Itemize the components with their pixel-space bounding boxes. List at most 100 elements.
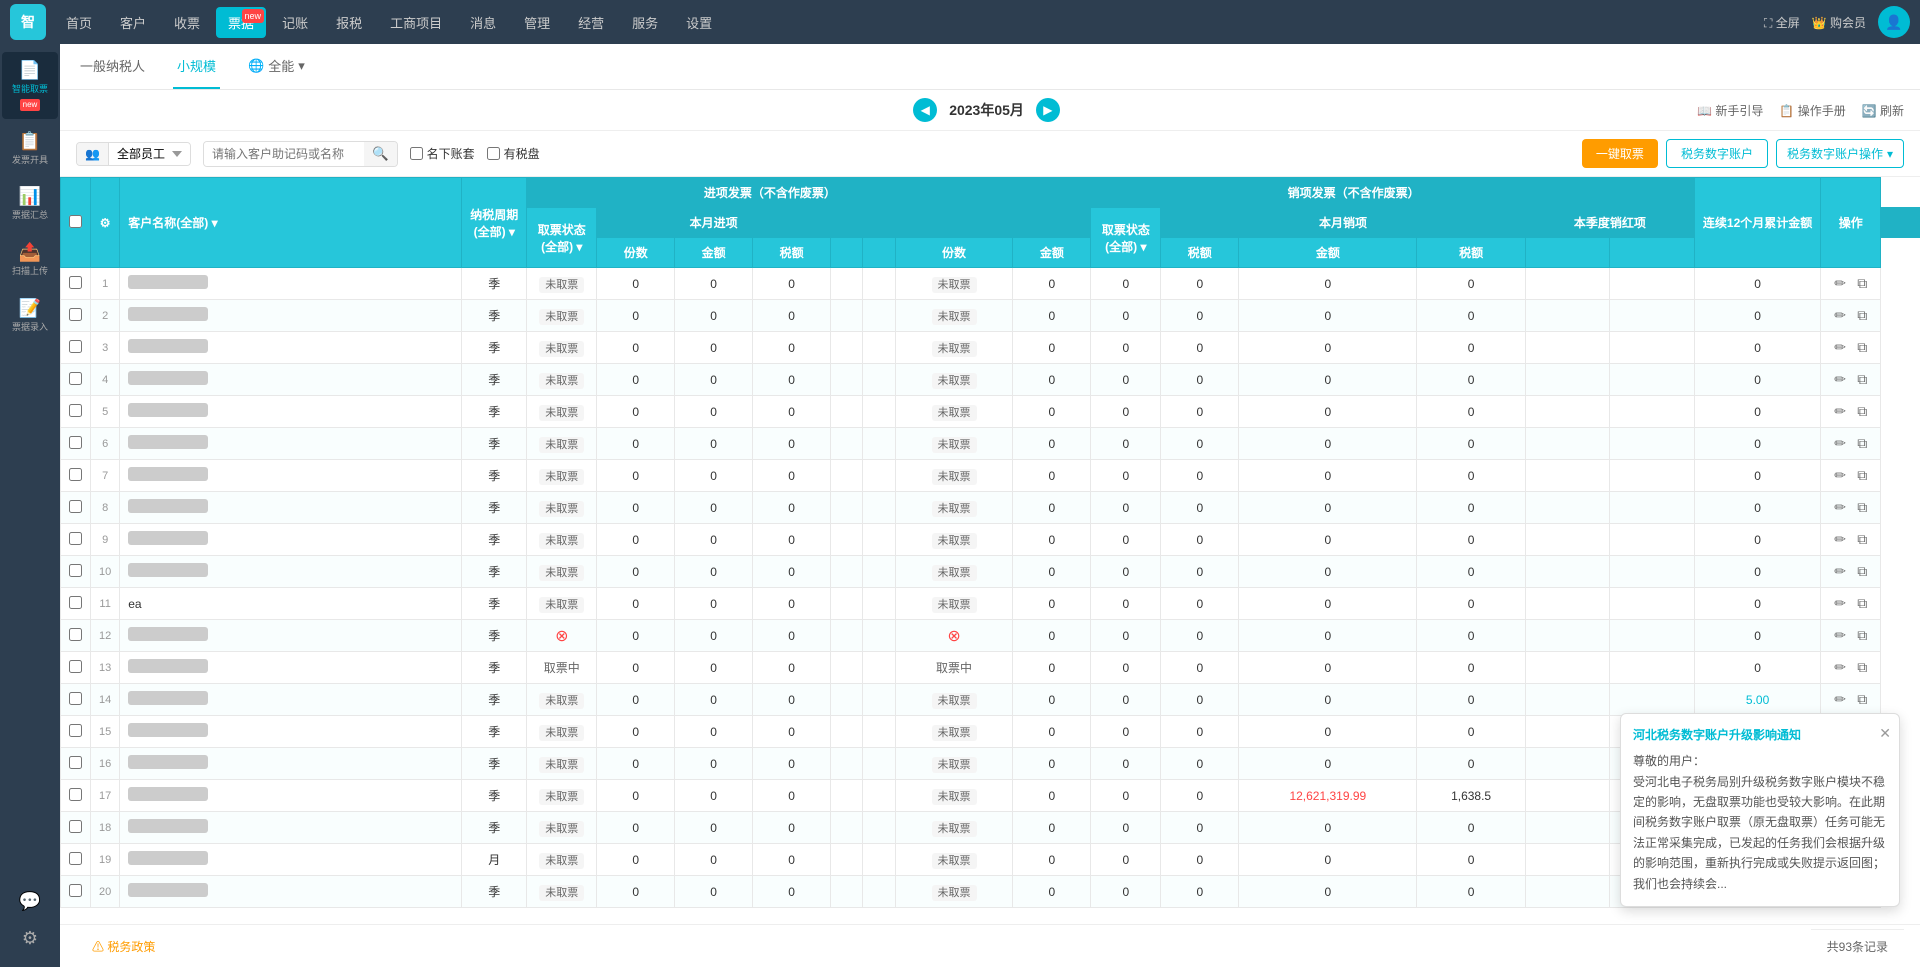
red-amount-link[interactable]: 12,621,319.99	[1289, 789, 1366, 803]
sidebar-item-smart-ticket[interactable]: 📄 智能取票 new	[2, 52, 58, 119]
edit-btn[interactable]: ✏	[1830, 593, 1850, 614]
period-next-btn[interactable]: ▶	[1036, 98, 1060, 122]
edit-btn[interactable]: ✏	[1830, 305, 1850, 326]
nav-bookkeeping[interactable]: 记账	[270, 7, 320, 38]
edit-btn[interactable]: ✏	[1830, 273, 1850, 294]
copy-btn[interactable]: ⧉	[1853, 305, 1871, 326]
sidebar-item-invoice[interactable]: 📋 发票开具	[2, 123, 58, 175]
edit-btn[interactable]: ✏	[1830, 561, 1850, 582]
sub-account-checkbox[interactable]	[410, 147, 423, 160]
member-btn[interactable]: 👑 购会员	[1812, 14, 1866, 31]
tab-all[interactable]: 🌐 全能 ▾	[244, 44, 309, 89]
copy-btn[interactable]: ⧉	[1853, 337, 1871, 358]
row-checkbox[interactable]	[69, 628, 82, 641]
row-checkbox[interactable]	[69, 468, 82, 481]
row-checkbox[interactable]	[69, 308, 82, 321]
copy-btn[interactable]: ⧉	[1853, 465, 1871, 486]
tax-period-header[interactable]: 纳税周期(全部) ▾	[462, 178, 527, 268]
nav-tax[interactable]: 报税	[324, 7, 374, 38]
check-tax-disk[interactable]: 有税盘	[487, 145, 540, 162]
period-prev-btn[interactable]: ◀	[913, 98, 937, 122]
search-button[interactable]: 🔍	[364, 142, 397, 166]
nav-ticket[interactable]: 票据 new	[216, 7, 266, 38]
edit-btn[interactable]: ✏	[1830, 529, 1850, 550]
tax-disk-checkbox[interactable]	[487, 147, 500, 160]
row-checkbox[interactable]	[69, 372, 82, 385]
row-checkbox[interactable]	[69, 692, 82, 705]
row-checkbox[interactable]	[69, 404, 82, 417]
fullscreen-btn[interactable]: ⛶ 全屏	[1764, 14, 1800, 31]
nav-operation[interactable]: 经营	[566, 7, 616, 38]
edit-btn[interactable]: ✏	[1830, 689, 1850, 710]
row-checkbox[interactable]	[69, 820, 82, 833]
acc-link[interactable]: 5.00	[1746, 693, 1769, 707]
copy-btn[interactable]: ⧉	[1853, 497, 1871, 518]
edit-btn[interactable]: ✏	[1830, 433, 1850, 454]
new-guide-btn[interactable]: 📖 新手引导	[1697, 102, 1763, 119]
edit-btn[interactable]: ✏	[1830, 625, 1850, 646]
refresh-btn[interactable]: 🔄 刷新	[1862, 102, 1904, 119]
row-checkbox[interactable]	[69, 564, 82, 577]
copy-btn[interactable]: ⧉	[1853, 689, 1871, 710]
row-checkbox[interactable]	[69, 756, 82, 769]
row-checkbox[interactable]	[69, 532, 82, 545]
avatar[interactable]: 👤	[1878, 6, 1910, 38]
edit-btn[interactable]: ✏	[1830, 465, 1850, 486]
row-checkbox[interactable]	[69, 852, 82, 865]
edit-btn[interactable]: ✏	[1830, 657, 1850, 678]
edit-btn[interactable]: ✏	[1830, 337, 1850, 358]
edit-btn[interactable]: ✏	[1830, 369, 1850, 390]
copy-btn[interactable]: ⧉	[1853, 401, 1871, 422]
sidebar-item-config[interactable]: ⚙	[2, 920, 58, 957]
nav-home[interactable]: 首页	[54, 7, 104, 38]
nav-message[interactable]: 消息	[458, 7, 508, 38]
sidebar-item-chat[interactable]: 💬	[2, 883, 58, 920]
sidebar-item-scan[interactable]: 📤 扫描上传	[2, 234, 58, 286]
row-checkbox[interactable]	[69, 276, 82, 289]
tax-digital-account-ops-btn[interactable]: 税务数字账户操作 ▾	[1776, 139, 1904, 168]
row-checkbox[interactable]	[69, 884, 82, 897]
row-checkbox[interactable]	[69, 724, 82, 737]
nav-receive[interactable]: 收票	[162, 7, 212, 38]
row-checkbox[interactable]	[69, 340, 82, 353]
row-checkbox[interactable]	[69, 596, 82, 609]
employee-select[interactable]: 全部员工	[109, 143, 190, 165]
tab-small-scale[interactable]: 小规模	[173, 44, 220, 89]
edit-btn[interactable]: ✏	[1830, 401, 1850, 422]
tax-digital-account-btn[interactable]: 税务数字账户	[1666, 139, 1768, 168]
copy-btn[interactable]: ⧉	[1853, 529, 1871, 550]
select-all-header[interactable]	[61, 178, 91, 268]
row-checkbox[interactable]	[69, 660, 82, 673]
tab-general-taxpayer[interactable]: 一般纳税人	[76, 44, 149, 89]
nav-customer[interactable]: 客户	[108, 7, 158, 38]
sidebar-item-summary[interactable]: 📊 票据汇总	[2, 178, 58, 230]
one-click-ticket-btn[interactable]: 一键取票	[1582, 139, 1658, 168]
check-sub-account[interactable]: 名下账套	[410, 145, 475, 162]
tax-policy-link[interactable]: ⚠ 税务政策	[76, 930, 171, 963]
settings-header[interactable]: ⚙	[91, 178, 120, 268]
in-status-header[interactable]: 取票状态(全部) ▾	[527, 208, 597, 268]
select-all-checkbox[interactable]	[69, 215, 82, 228]
nav-business[interactable]: 工商项目	[378, 7, 454, 38]
copy-btn[interactable]: ⧉	[1853, 273, 1871, 294]
copy-btn[interactable]: ⧉	[1853, 369, 1871, 390]
notification-close-btn[interactable]: ✕	[1879, 722, 1891, 744]
nav-settings[interactable]: 设置	[674, 7, 724, 38]
nav-manage[interactable]: 管理	[512, 7, 562, 38]
row-checkbox[interactable]	[69, 500, 82, 513]
search-input[interactable]	[204, 142, 364, 166]
copy-btn[interactable]: ⧉	[1853, 561, 1871, 582]
customer-name-header[interactable]: 客户名称(全部) ▾	[120, 178, 462, 268]
copy-btn[interactable]: ⧉	[1853, 593, 1871, 614]
copy-btn[interactable]: ⧉	[1853, 657, 1871, 678]
copy-btn[interactable]: ⧉	[1853, 433, 1871, 454]
out-status-header[interactable]: 取票状态(全部) ▾	[1091, 208, 1161, 268]
edit-btn[interactable]: ✏	[1830, 497, 1850, 518]
sidebar-item-record[interactable]: 📝 票据录入	[2, 290, 58, 342]
acc-amount: 0	[1694, 364, 1820, 396]
row-checkbox[interactable]	[69, 436, 82, 449]
row-checkbox[interactable]	[69, 788, 82, 801]
manual-btn[interactable]: 📋 操作手册	[1779, 102, 1845, 119]
copy-btn[interactable]: ⧉	[1853, 625, 1871, 646]
nav-service[interactable]: 服务	[620, 7, 670, 38]
